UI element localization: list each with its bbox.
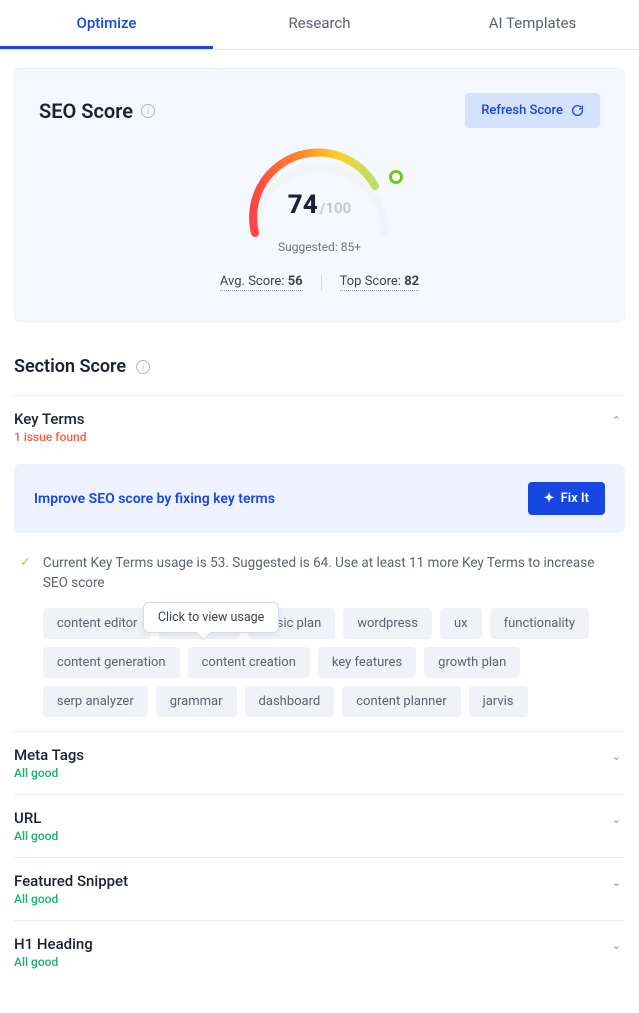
seo-score-card: SEO Score i Refresh Score (14, 68, 625, 322)
key-terms-chips: content editorheadingsbasic planwordpres… (43, 608, 619, 717)
key-term-chip[interactable]: content planner (342, 686, 460, 717)
separator (321, 275, 322, 291)
section-score-title: Section Score (14, 356, 126, 377)
seo-gauge: 74/100 Suggested: 85+ Avg. Score: 56 Top… (39, 148, 600, 291)
key-term-chip[interactable]: content creation (188, 647, 310, 678)
key-terms-desc: Current Key Terms usage is 53. Suggested… (43, 553, 619, 594)
wand-icon: ✦ (544, 491, 555, 506)
key-term-chip[interactable]: growth plan (424, 647, 520, 678)
seo-score-value: 74 (288, 190, 318, 220)
chevron-down-icon: ⌄ (612, 809, 625, 826)
key-term-chip[interactable]: content generation (43, 647, 180, 678)
section-key-terms: Key Terms 1 issue found ⌃ Improve SEO sc… (14, 395, 625, 731)
featured-snippet-title: Featured Snippet (14, 872, 128, 890)
h1-heading-title: H1 Heading (14, 935, 93, 953)
fix-it-button[interactable]: ✦ Fix It (528, 482, 605, 515)
key-term-chip[interactable]: serp analyzer (43, 686, 148, 717)
url-title: URL (14, 809, 58, 827)
key-terms-title: Key Terms (14, 410, 86, 428)
usage-tooltip: Click to view usage (143, 602, 279, 633)
chevron-up-icon: ⌃ (612, 410, 625, 427)
avg-score[interactable]: Avg. Score: 56 (220, 274, 303, 291)
section-h1-heading: H1 Heading All good ⌄ (14, 920, 625, 983)
tab-ai-templates[interactable]: AI Templates (426, 0, 639, 49)
key-term-chip[interactable]: ux (440, 608, 482, 639)
h1-heading-sub: All good (14, 955, 93, 969)
section-h1-heading-header[interactable]: H1 Heading All good ⌄ (14, 935, 625, 969)
chevron-down-icon: ⌄ (612, 935, 625, 952)
section-featured-snippet: Featured Snippet All good ⌄ (14, 857, 625, 920)
key-terms-sub: 1 issue found (14, 430, 86, 444)
key-term-chip[interactable]: functionality (490, 608, 589, 639)
key-term-chip[interactable]: dashboard (245, 686, 335, 717)
key-term-chip[interactable]: wordpress (343, 608, 432, 639)
top-score[interactable]: Top Score: 82 (340, 274, 419, 291)
tab-research[interactable]: Research (213, 0, 426, 49)
tab-optimize[interactable]: Optimize (0, 0, 213, 49)
key-term-chip[interactable]: content editor (43, 608, 152, 639)
chevron-down-icon: ⌄ (612, 746, 625, 763)
featured-snippet-sub: All good (14, 892, 128, 906)
key-term-chip[interactable]: grammar (156, 686, 237, 717)
key-term-chip[interactable]: key features (318, 647, 416, 678)
section-featured-snippet-header[interactable]: Featured Snippet All good ⌄ (14, 872, 625, 906)
chevron-down-icon: ⌄ (612, 872, 625, 889)
refresh-score-label: Refresh Score (481, 103, 563, 118)
section-meta-tags-header[interactable]: Meta Tags All good ⌄ (14, 746, 625, 780)
url-sub: All good (14, 829, 58, 843)
gauge-knob (389, 170, 403, 184)
section-key-terms-header[interactable]: Key Terms 1 issue found ⌃ (14, 410, 625, 444)
tabs-bar: Optimize Research AI Templates (0, 0, 639, 50)
seo-score-denom: /100 (320, 199, 351, 217)
seo-score-title: SEO Score (39, 99, 133, 123)
key-term-chip[interactable]: jarvis (469, 686, 528, 717)
meta-tags-title: Meta Tags (14, 746, 84, 764)
section-url: URL All good ⌄ (14, 794, 625, 857)
refresh-score-button[interactable]: Refresh Score (465, 93, 600, 128)
info-icon[interactable]: i (141, 104, 155, 118)
refresh-icon (571, 104, 584, 117)
fix-banner-text: Improve SEO score by fixing key terms (34, 491, 275, 507)
section-url-header[interactable]: URL All good ⌄ (14, 809, 625, 843)
info-icon[interactable]: i (136, 360, 150, 374)
seo-suggested: Suggested: 85+ (278, 240, 361, 254)
check-icon: ✓ (20, 555, 31, 717)
meta-tags-sub: All good (14, 766, 84, 780)
fix-it-label: Fix It (561, 491, 589, 506)
section-meta-tags: Meta Tags All good ⌄ (14, 731, 625, 794)
fix-banner: Improve SEO score by fixing key terms ✦ … (14, 464, 625, 533)
